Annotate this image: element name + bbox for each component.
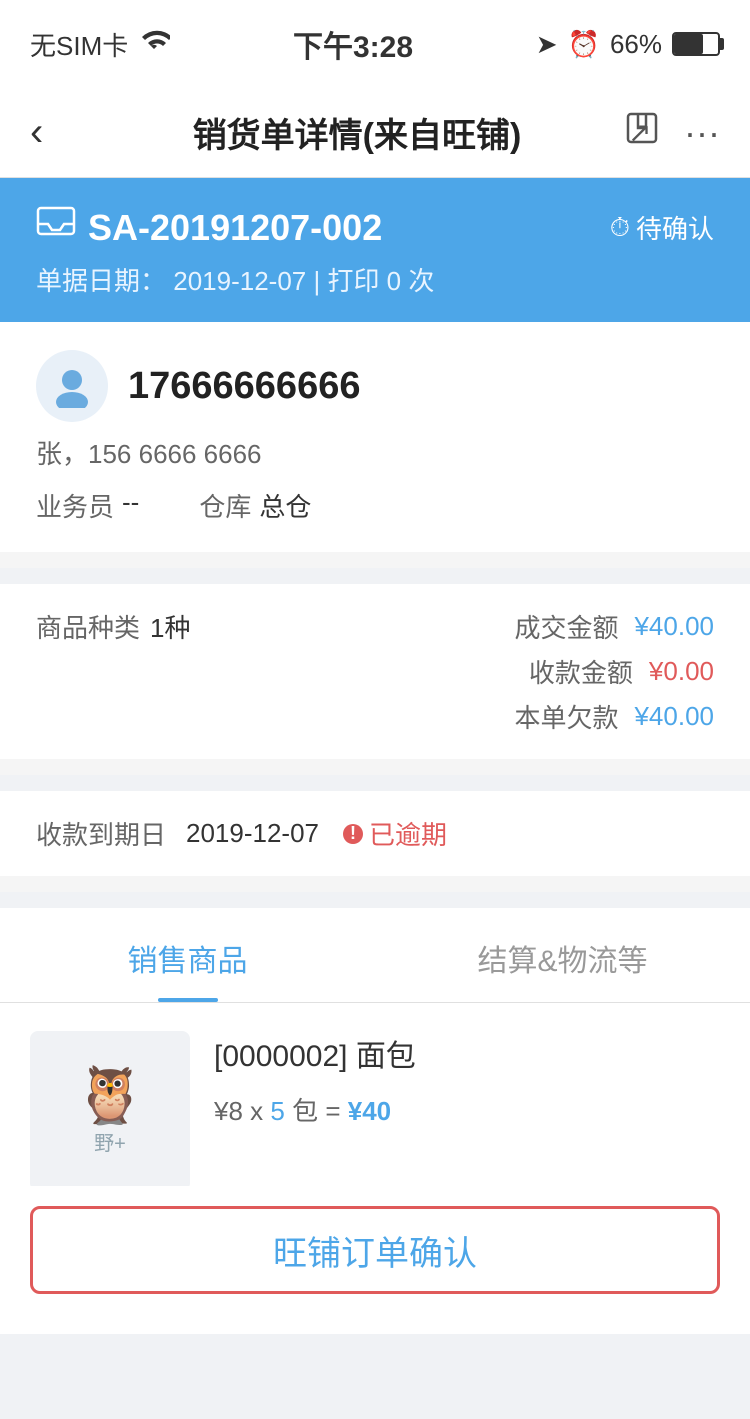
order-status: ⏱ 待确认 — [610, 209, 714, 246]
battery-percent: 66% — [610, 29, 662, 60]
payment-amount: 收款金额 ¥0.00 — [529, 653, 714, 690]
divider-3 — [0, 892, 750, 908]
clock-icon: ⏱ — [610, 212, 630, 244]
kinds-info: 商品种类 1种 — [36, 608, 190, 645]
status-bar: 无SIM卡 下午3:28 ➤ ⏰ 66% — [0, 0, 750, 88]
nav-actions: ↗ ··· — [624, 110, 720, 155]
order-number: SA-20191207-002 — [36, 206, 382, 249]
signal-text: 无SIM卡 — [30, 26, 128, 63]
confirm-order-button[interactable]: 旺铺订单确认 — [30, 1206, 720, 1294]
status-right: ➤ ⏰ 66% — [536, 29, 720, 60]
warehouse-label: 仓库 — [199, 487, 251, 524]
order-header: SA-20191207-002 ⏱ 待确认 单据日期： 2019-12-07 |… — [0, 178, 750, 322]
thumb-inner: 🦉 野+ — [75, 1067, 145, 1156]
status-left: 无SIM卡 — [30, 26, 170, 63]
divider-1 — [0, 568, 750, 584]
tab-sales-product[interactable]: 销售商品 — [0, 908, 375, 1002]
owl-icon: 🦉 — [75, 1067, 145, 1123]
location-icon: ➤ — [536, 29, 558, 60]
tabs-section: 销售商品 结算&物流等 🦉 野+ [0000002] 面包 ¥8 x — [0, 908, 750, 1219]
back-button[interactable]: ‹ — [30, 110, 90, 155]
overdue-badge: ! 已逾期 — [343, 815, 447, 852]
share-button[interactable]: ↗ — [624, 110, 660, 155]
due-date: 2019-12-07 — [186, 818, 319, 849]
due-section: 收款到期日 2019-12-07 ! 已逾期 — [0, 791, 750, 876]
salesman-info: 业务员 -- — [36, 487, 139, 524]
product-name: [0000002] 面包 — [214, 1031, 720, 1075]
overdue-label: 已逾期 — [369, 815, 447, 852]
battery-icon — [672, 32, 720, 56]
transaction-amount: 成交金额 ¥40.00 — [514, 608, 714, 645]
bottom-bar: 旺铺订单确认 — [0, 1186, 750, 1334]
avatar — [36, 350, 108, 422]
product-price: ¥8 x 5 包 = ¥40 — [214, 1091, 720, 1128]
product-item: 🦉 野+ [0000002] 面包 ¥8 x 5 包 = ¥40 — [30, 1031, 720, 1191]
alarm-icon: ⏰ — [568, 29, 600, 60]
summary-left: 商品种类 1种 — [36, 608, 190, 645]
summary-section: 商品种类 1种 成交金额 ¥40.00 收款金额 ¥0.00 本单欠款 ¥40.… — [0, 584, 750, 759]
status-time: 下午3:28 — [293, 22, 413, 66]
customer-meta: 业务员 -- 仓库 总仓 — [36, 487, 714, 524]
customer-section: 17666666666 张，156 6666 6666 业务员 -- 仓库 总仓 — [0, 322, 750, 552]
divider-2 — [0, 775, 750, 791]
warehouse-info: 仓库 总仓 — [199, 487, 311, 524]
order-date: 单据日期： 2019-12-07 | 打印 0 次 — [36, 261, 714, 298]
due-label: 收款到期日 — [36, 815, 166, 852]
tab-settlement[interactable]: 结算&物流等 — [375, 908, 750, 1002]
warehouse-value: 总仓 — [259, 487, 311, 524]
order-inbox-icon — [36, 206, 76, 249]
nav-bar: ‹ 销货单详情(来自旺铺) ↗ ··· — [0, 88, 750, 178]
customer-name: 张，156 6666 6666 — [36, 434, 714, 471]
customer-top: 17666666666 — [36, 350, 714, 422]
page-title: 销货单详情(来自旺铺) — [193, 108, 522, 157]
svg-text:↗: ↗ — [628, 117, 651, 146]
summary-right: 成交金额 ¥40.00 收款金额 ¥0.00 本单欠款 ¥40.00 — [514, 608, 714, 735]
more-button[interactable]: ··· — [684, 112, 720, 154]
tabs-header: 销售商品 结算&物流等 — [0, 908, 750, 1003]
balance-amount: 本单欠款 ¥40.00 — [514, 698, 714, 735]
wifi-icon — [138, 29, 170, 60]
product-info: [0000002] 面包 ¥8 x 5 包 = ¥40 — [214, 1031, 720, 1128]
overdue-icon: ! — [343, 824, 363, 844]
product-thumbnail: 🦉 野+ — [30, 1031, 190, 1191]
customer-phone: 17666666666 — [128, 365, 360, 408]
salesman-label: 业务员 — [36, 487, 114, 524]
salesman-value: -- — [122, 487, 139, 524]
header-top: SA-20191207-002 ⏱ 待确认 — [36, 206, 714, 249]
thumb-text: 野+ — [94, 1127, 126, 1156]
